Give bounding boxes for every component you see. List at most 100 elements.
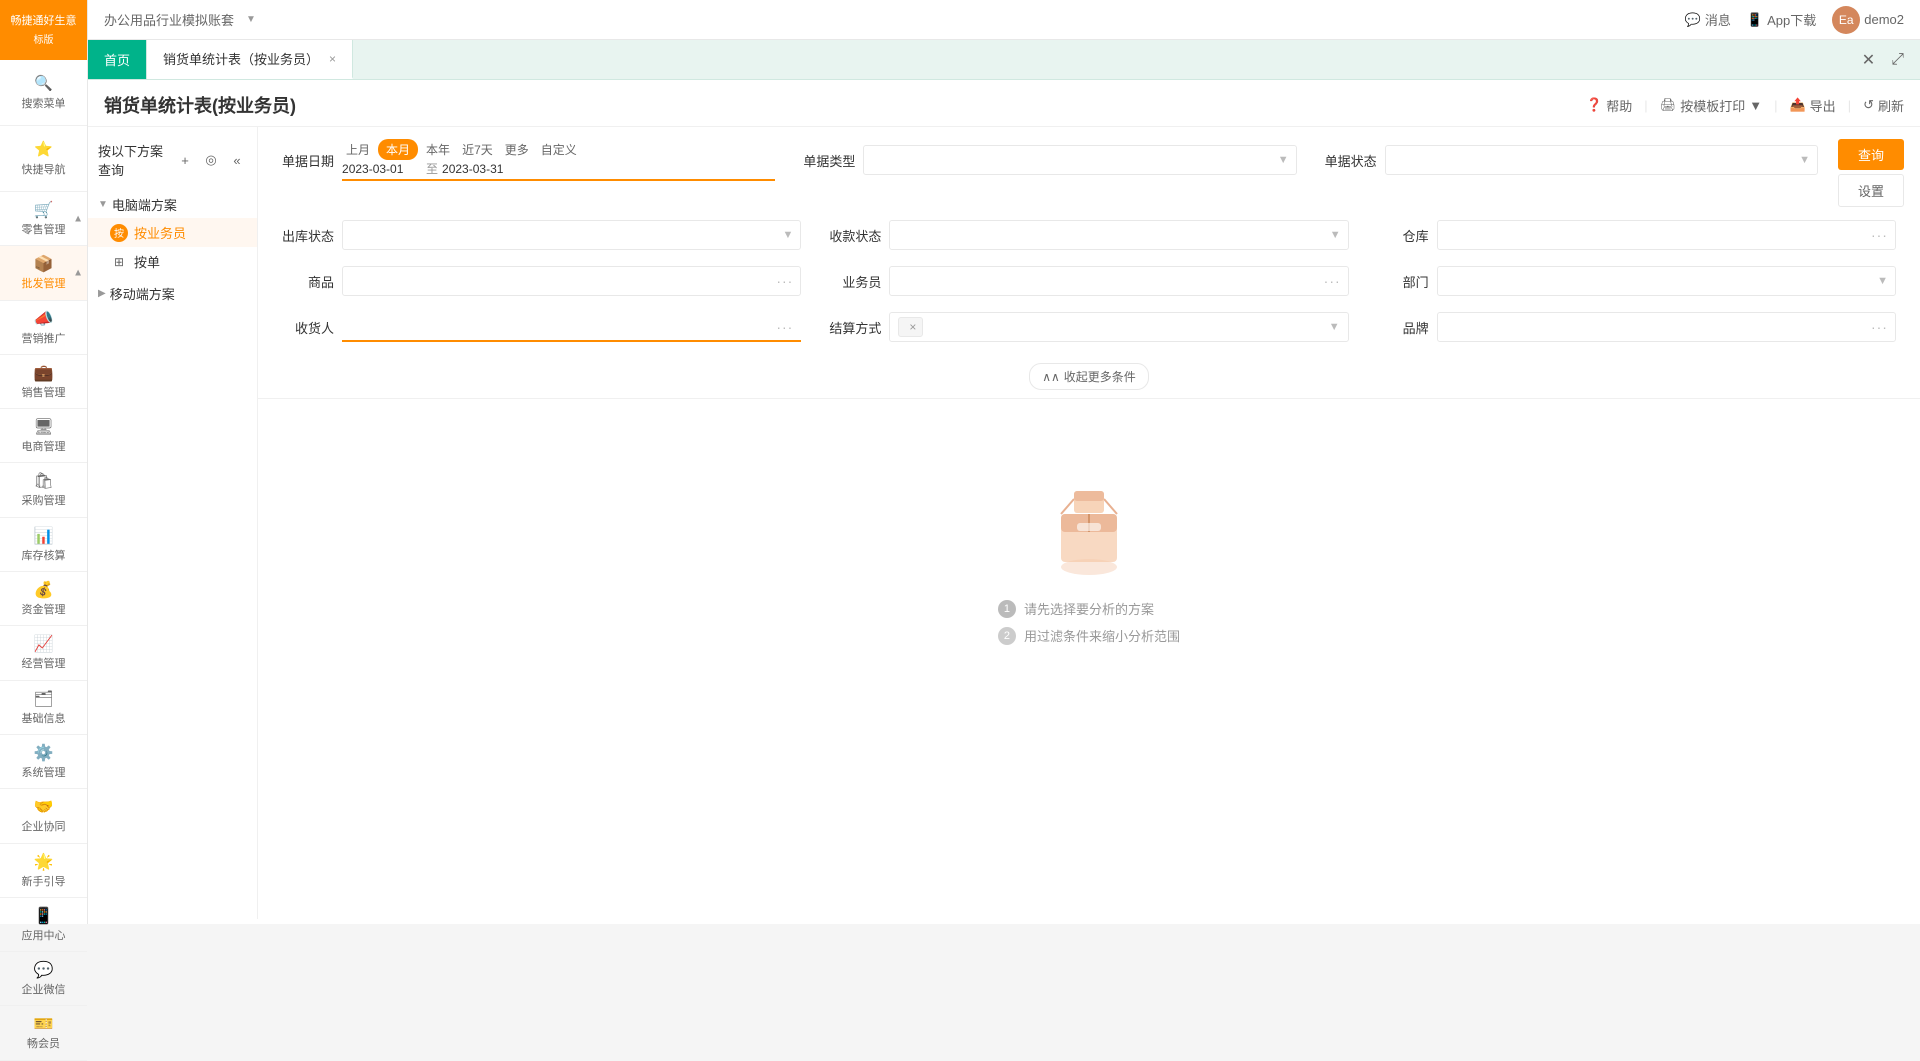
user-action[interactable]: Ea demo2 <box>1832 6 1904 34</box>
left-panel-icons: + ◎ « <box>175 150 247 170</box>
sidebar-item-system[interactable]: ⚙️ 系统管理 <box>0 735 87 789</box>
receipt-status-select[interactable] <box>889 220 1348 250</box>
marketing-icon: 📣 <box>34 309 54 329</box>
query-btn[interactable]: 查询 <box>1838 139 1904 170</box>
brand-control: ··· <box>1437 312 1896 342</box>
sidebar-item-marketing[interactable]: 📣 营销推广 <box>0 301 87 355</box>
tab-bar: 首页 销货单统计表（按业务员） × ✕ ⤢ <box>88 40 1920 80</box>
bill-type-label: 单据类型 <box>803 151 855 170</box>
content-body: 按以下方案查询 + ◎ « ▼ 电脑端方案 按 按业务员 <box>88 127 1920 919</box>
quick-nav-btn[interactable]: ⭐ 快捷导航 <box>5 134 82 183</box>
sidebar-item-purchase[interactable]: 🛍 采购管理 <box>0 463 87 517</box>
date-tab-7days[interactable]: 近7天 <box>458 139 497 160</box>
template-print-arrow: ▼ <box>1749 98 1762 113</box>
retail-icon: 🛒 <box>34 200 54 220</box>
department-control: ▼ <box>1437 266 1896 296</box>
salesperson-input[interactable] <box>889 266 1348 296</box>
brand-label: 品牌 <box>1377 318 1429 337</box>
breadcrumb: 办公用品行业模拟账套 <box>104 10 234 29</box>
tab-sales-stats[interactable]: 销货单统计表（按业务员） × <box>147 40 353 79</box>
sidebar: 畅捷通好生意 标版 🔍 搜索菜单 ⭐ 快捷导航 🛒 零售管理 ▲ 📦 批发管理 … <box>0 0 88 924</box>
date-tab-more[interactable]: 更多 <box>501 139 533 160</box>
app-download-action[interactable]: 📱 App下载 <box>1747 10 1816 29</box>
bill-status-select[interactable] <box>1385 145 1818 175</box>
goods-input[interactable] <box>342 266 801 296</box>
department-select[interactable] <box>1437 266 1896 296</box>
mobile-section: ▶ 移动端方案 <box>88 280 257 307</box>
refresh-btn[interactable]: ↺ 刷新 <box>1863 96 1904 115</box>
sidebar-item-sales[interactable]: 💼 销售管理 <box>0 355 87 409</box>
sidebar-item-enterprise[interactable]: 🤝 企业协同 <box>0 789 87 843</box>
add-scheme-btn[interactable]: + <box>175 150 195 170</box>
sidebar-item-member[interactable]: 🎫 畅会员 <box>0 1006 87 1060</box>
settlement-control: × ▼ <box>889 312 1348 342</box>
sidebar-item-wholesale[interactable]: 📦 批发管理 ▲ <box>0 246 87 300</box>
settlement-label: 结算方式 <box>829 318 881 337</box>
app-download-icon: 📱 <box>1747 12 1763 28</box>
left-panel-title: 按以下方案查询 <box>98 141 175 179</box>
breadcrumb-arrow[interactable]: ▼ <box>246 14 256 25</box>
help-btn[interactable]: ❓ 帮助 <box>1586 96 1632 115</box>
settlement-tag-close[interactable]: × <box>909 320 916 334</box>
enterprise-icon: 🤝 <box>34 797 54 817</box>
goods-label: 商品 <box>282 272 334 291</box>
message-action[interactable]: 💬 消息 <box>1685 10 1731 29</box>
avatar: Ea <box>1832 6 1860 34</box>
wholesale-arrow: ▲ <box>73 267 83 278</box>
refresh-icon: ↺ <box>1863 97 1874 113</box>
settlement-tag: × <box>898 317 923 337</box>
edit-scheme-btn[interactable]: ◎ <box>201 150 221 170</box>
sidebar-item-finance[interactable]: 💰 资金管理 <box>0 572 87 626</box>
mobile-arrow: ▶ <box>98 288 106 299</box>
sidebar-search-section: 🔍 搜索菜单 <box>0 60 87 126</box>
collapse-btn[interactable]: ∧∧ 收起更多条件 <box>1029 363 1149 390</box>
tab-home[interactable]: 首页 <box>88 40 147 79</box>
sidebar-item-ecommerce[interactable]: 🖥 电商管理 <box>0 409 87 463</box>
export-btn[interactable]: 📤 导出 <box>1789 96 1835 115</box>
sidebar-item-basic[interactable]: 🗂 基础信息 <box>0 681 87 735</box>
brand-input[interactable] <box>1437 312 1896 342</box>
tip-1-text: 请先选择要分析的方案 <box>1024 599 1154 618</box>
sidebar-item-retail[interactable]: 🛒 零售管理 ▲ <box>0 192 87 246</box>
tree-mobile[interactable]: ▶ 移动端方案 <box>88 280 257 307</box>
bill-type-select[interactable] <box>863 145 1296 175</box>
date-to-input[interactable] <box>442 162 522 176</box>
desktop-label: 电脑端方案 <box>112 195 177 214</box>
help-icon: ❓ <box>1586 97 1602 113</box>
tab-close-btn[interactable]: × <box>329 52 336 66</box>
desktop-section: ▼ 电脑端方案 按 按业务员 ⊞ 按单 <box>88 191 257 276</box>
tab-maximize-btn[interactable]: ⤢ <box>1887 47 1908 73</box>
sidebar-item-operation[interactable]: 📈 经营管理 <box>0 626 87 680</box>
date-tab-this-month[interactable]: 本月 <box>378 139 418 160</box>
message-icon: 💬 <box>1685 12 1701 28</box>
date-tab-custom[interactable]: 自定义 <box>537 139 581 160</box>
right-content: 单据日期 上月 本月 本年 近7天 更多 自定义 <box>258 127 1920 919</box>
search-menu-btn[interactable]: 🔍 搜索菜单 <box>5 68 82 117</box>
date-tab-this-year[interactable]: 本年 <box>422 139 454 160</box>
receiver-input[interactable] <box>342 312 801 342</box>
tree-sales-person[interactable]: 按 按业务员 <box>88 218 257 247</box>
main-area: 办公用品行业模拟账套 ▼ 💬 消息 📱 App下载 Ea demo2 首页 <box>88 0 1920 924</box>
collapse-panel-btn[interactable]: « <box>227 150 247 170</box>
tree-desktop[interactable]: ▼ 电脑端方案 <box>88 191 257 218</box>
export-icon: 📤 <box>1789 97 1805 113</box>
date-from-input[interactable] <box>342 162 422 176</box>
date-separator: 至 <box>426 160 438 177</box>
sidebar-item-inventory[interactable]: 📊 库存核算 <box>0 518 87 572</box>
tab-close-window-btn[interactable]: ✕ <box>1858 46 1879 74</box>
top-header: 办公用品行业模拟账套 ▼ 💬 消息 📱 App下载 Ea demo2 <box>88 0 1920 40</box>
warehouse-control: ··· <box>1437 220 1896 250</box>
sidebar-item-app-center[interactable]: 📱 应用中心 <box>0 898 87 952</box>
template-print-btn[interactable]: 🖨 按模板打印 ▼ <box>1660 96 1762 115</box>
date-tab-last-month[interactable]: 上月 <box>342 139 374 160</box>
sidebar-item-newbie[interactable]: 🌟 新手引导 <box>0 844 87 898</box>
tab-sales-stats-label: 销货单统计表（按业务员） <box>163 49 319 68</box>
sidebar-item-wechat[interactable]: 💬 企业微信 <box>0 952 87 1006</box>
warehouse-input[interactable] <box>1437 220 1896 250</box>
tree-order[interactable]: ⊞ 按单 <box>88 247 257 276</box>
settings-btn[interactable]: 设置 <box>1838 174 1904 207</box>
newbie-icon: 🌟 <box>34 852 54 872</box>
warehouse-status-select[interactable] <box>342 220 801 250</box>
system-icon: ⚙️ <box>34 743 54 763</box>
retail-arrow: ▲ <box>73 213 83 224</box>
